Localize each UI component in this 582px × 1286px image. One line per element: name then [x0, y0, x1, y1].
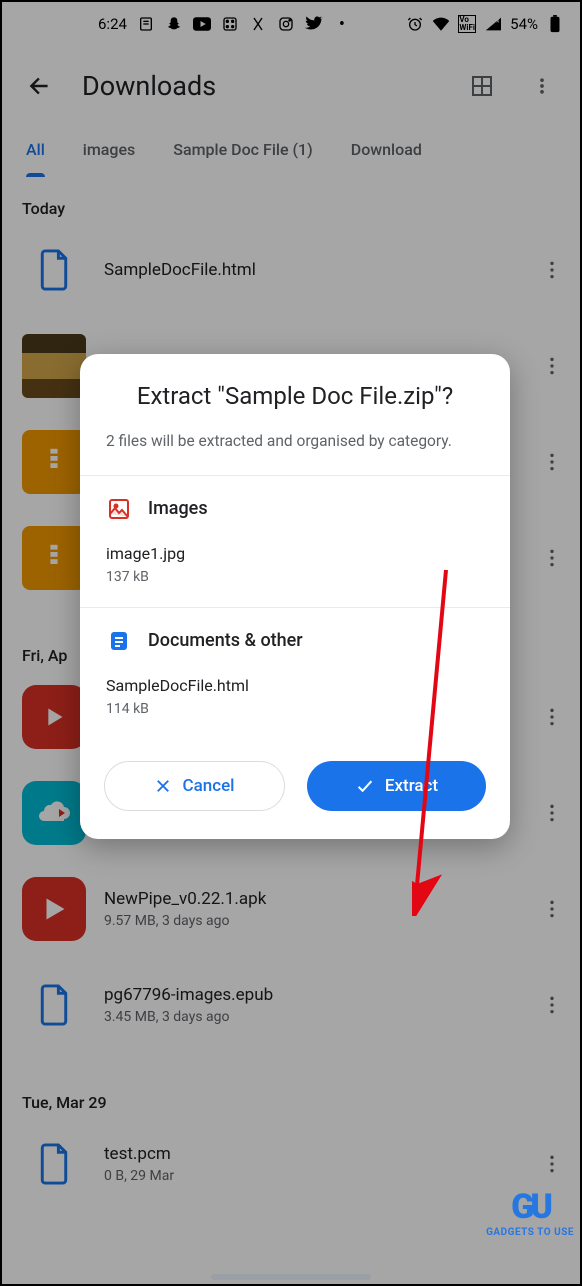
category-row: Documents & other	[106, 608, 484, 668]
cancel-button[interactable]: Cancel	[104, 761, 285, 811]
category-row: Images	[106, 476, 484, 536]
watermark-logo-icon: GU	[486, 1187, 574, 1227]
nav-pill[interactable]	[211, 1274, 371, 1280]
dialog-actions: Cancel Extract	[80, 739, 510, 815]
item-name: image1.jpg	[106, 536, 484, 563]
item-name: SampleDocFile.html	[106, 668, 484, 695]
extract-button[interactable]: Extract	[307, 761, 486, 811]
extract-label: Extract	[385, 776, 438, 796]
item-size: 114 kB	[106, 695, 484, 739]
dialog-subtitle: 2 files will be extracted and organised …	[106, 430, 484, 474]
dialog-title: Extract "Sample Doc File.zip"?	[80, 380, 510, 430]
category-title: Images	[148, 498, 208, 519]
category-title: Documents & other	[148, 630, 303, 651]
extract-dialog: Extract "Sample Doc File.zip"? 2 files w…	[80, 354, 510, 839]
item-size: 137 kB	[106, 563, 484, 607]
watermark: GU GADGETS TO USE	[486, 1187, 574, 1238]
watermark-text: GADGETS TO USE	[486, 1227, 574, 1238]
image-category-icon	[106, 496, 132, 522]
document-category-icon	[106, 628, 132, 654]
cancel-label: Cancel	[182, 776, 234, 796]
